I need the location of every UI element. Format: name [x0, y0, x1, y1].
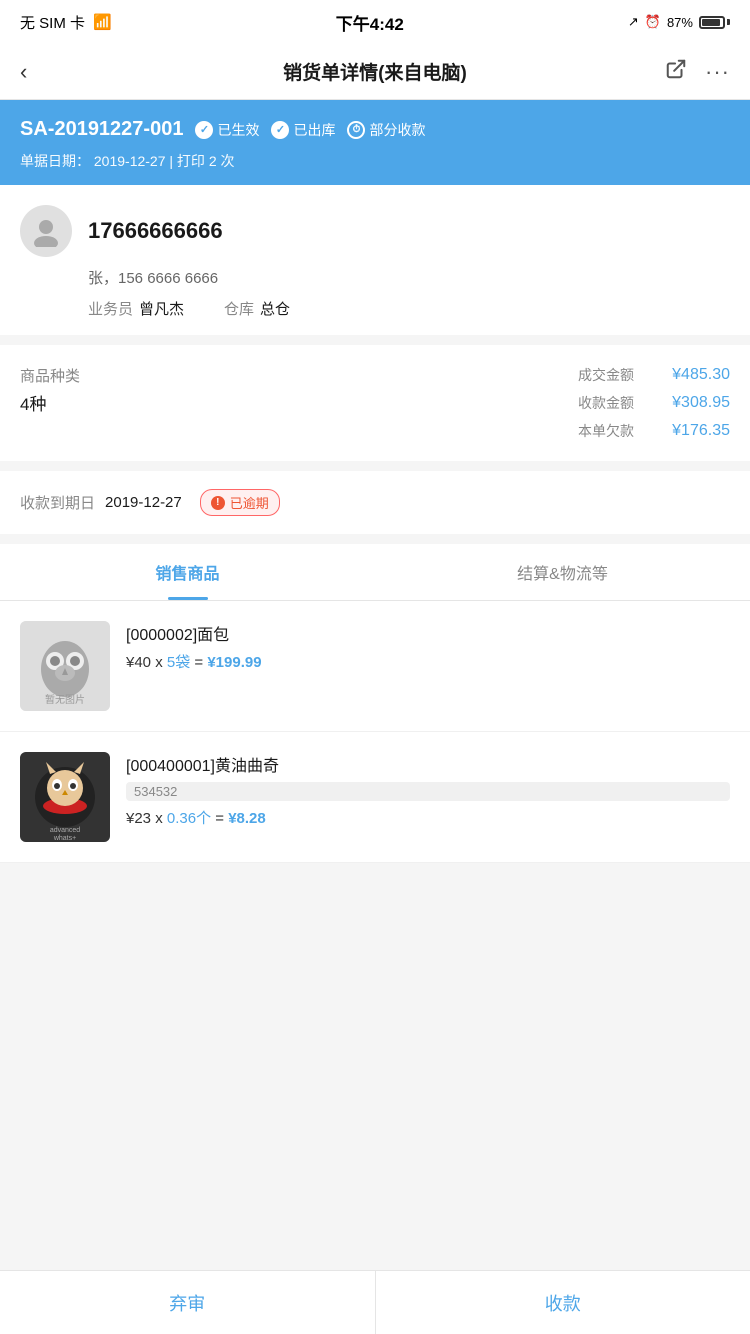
product-thumbnail-1: 暂无图片: [20, 621, 110, 711]
product-info-2: [000400001]黄油曲奇 534532 ¥23 x 0.36个 = ¥8.…: [126, 752, 730, 828]
status-bar-left: 无 SIM 卡 📶: [20, 12, 112, 33]
tab-products-label: 销售商品: [155, 566, 219, 583]
wifi-icon: 📶: [93, 13, 112, 31]
status-partial-label: 部分收款: [369, 120, 425, 140]
svg-text:advanced: advanced: [50, 827, 80, 834]
owed-amount-label: 本单欠款: [578, 421, 634, 441]
customer-section: 17666666666 张，156 6666 6666 业务员 曾凡杰 仓库 总…: [0, 185, 750, 335]
product-qty-2: 0.36个: [167, 810, 211, 827]
back-button[interactable]: ‹: [20, 59, 27, 85]
product-type-label: 商品种类: [20, 365, 80, 386]
product-price-1: ¥40 x 5袋 = ¥199.99: [126, 651, 730, 672]
alarm-icon: ⏰: [645, 14, 661, 30]
nav-bar: ‹ 销货单详情(来自电脑) ···: [0, 44, 750, 100]
cancel-label: 弃审: [169, 1290, 205, 1316]
svg-text:whats+: whats+: [53, 835, 76, 842]
order-header: SA-20191227-001 ✓ 已生效 ✓ 已出库 ⏱ 部分收款 单据日期：…: [0, 100, 750, 185]
overdue-icon: !: [211, 496, 225, 510]
due-section: 收款到期日 2019-12-27 ! 已逾期: [0, 471, 750, 534]
product-sku-2: 534532: [126, 782, 730, 801]
deal-amount-row: 成交金额 ¥485.30: [578, 365, 730, 385]
battery-icon: [699, 16, 730, 29]
order-id: SA-20191227-001: [20, 118, 183, 141]
warehouse-value: 总仓: [260, 298, 290, 319]
clock-icon: ⏱: [347, 121, 365, 139]
svg-text:暂无图片: 暂无图片: [45, 693, 85, 706]
customer-info-row: 业务员 曾凡杰 仓库 总仓: [20, 298, 730, 319]
status-bar: 无 SIM 卡 📶 下午4:42 ↗ ⏰ 87%: [0, 0, 750, 44]
status-partial: ⏱ 部分收款: [347, 120, 425, 140]
bottom-bar: 弃审 收款: [0, 1270, 750, 1334]
tab-logistics-label: 结算&物流等: [517, 566, 608, 583]
overdue-badge: ! 已逾期: [200, 489, 280, 516]
nav-actions: ···: [665, 58, 730, 86]
list-item: 暂无图片 [0000002]面包 ¥40 x 5袋 = ¥199.99: [0, 601, 750, 732]
owed-amount-value: ¥176.35: [650, 422, 730, 440]
location-icon: ↗: [628, 14, 639, 30]
customer-row: 17666666666: [20, 205, 730, 257]
product-name-2: [000400001]黄油曲奇: [126, 752, 730, 776]
product-info-1: [0000002]面包 ¥40 x 5袋 = ¥199.99: [126, 621, 730, 672]
avatar: [20, 205, 72, 257]
owed-amount-row: 本单欠款 ¥176.35: [578, 421, 730, 441]
order-meta: 单据日期： 2019-12-27 | 打印 2 次: [20, 151, 730, 171]
product-total-1: ¥199.99: [207, 654, 261, 671]
product-qty-1: 5袋: [167, 654, 190, 671]
received-amount-row: 收款金额 ¥308.95: [578, 393, 730, 413]
confirm-label: 收款: [545, 1290, 581, 1316]
page-title: 销货单详情(来自电脑): [283, 58, 467, 85]
status-effective-label: 已生效: [217, 120, 259, 140]
print-unit: 次: [221, 153, 235, 169]
customer-name: 17666666666: [88, 218, 223, 244]
status-bar-right: ↗ ⏰ 87%: [628, 14, 730, 30]
deal-amount-label: 成交金额: [578, 365, 634, 385]
product-type-value: 4种: [20, 390, 80, 415]
carrier-text: 无 SIM 卡: [20, 12, 85, 33]
sales-label: 业务员: [88, 298, 133, 319]
received-amount-label: 收款金额: [578, 393, 634, 413]
product-price-2: ¥23 x 0.36个 = ¥8.28: [126, 807, 730, 828]
equals-2: =: [211, 810, 228, 827]
status-effective: ✓ 已生效: [195, 120, 259, 140]
product-thumbnail-2: advanced whats+: [20, 752, 110, 842]
checkmark-icon: ✓: [195, 121, 213, 139]
warehouse-label: 仓库: [224, 298, 254, 319]
list-item: advanced whats+ [000400001]黄油曲奇 534532 ¥…: [0, 732, 750, 863]
product-name-1: [0000002]面包: [126, 621, 730, 645]
tab-products[interactable]: 销售商品: [0, 544, 375, 600]
share-icon[interactable]: [665, 58, 687, 86]
more-icon[interactable]: ···: [705, 59, 730, 85]
received-amount-value: ¥308.95: [650, 394, 730, 412]
summary-right: 成交金额 ¥485.30 收款金额 ¥308.95 本单欠款 ¥176.35: [578, 365, 730, 441]
tabs: 销售商品 结算&物流等: [0, 544, 750, 601]
warehouse-info: 仓库 总仓: [224, 298, 290, 319]
checkmark2-icon: ✓: [271, 121, 289, 139]
tab-logistics[interactable]: 结算&物流等: [375, 544, 750, 600]
cancel-button[interactable]: 弃审: [0, 1271, 376, 1334]
overdue-text: 已逾期: [230, 493, 269, 512]
print-count: 2: [209, 153, 217, 169]
sales-value: 曾凡杰: [139, 298, 184, 319]
order-id-row: SA-20191227-001 ✓ 已生效 ✓ 已出库 ⏱ 部分收款: [20, 118, 730, 141]
status-bar-time: 下午4:42: [336, 10, 404, 35]
print-label: | 打印: [169, 153, 208, 169]
product-list: 暂无图片 [0000002]面包 ¥40 x 5袋 = ¥199.99: [0, 601, 750, 863]
product-unit-price-2: ¥23 x: [126, 810, 167, 827]
equals-1: =: [190, 654, 207, 671]
confirm-button[interactable]: 收款: [376, 1271, 750, 1334]
product-unit-price-1: ¥40 x: [126, 654, 167, 671]
customer-sub: 张，156 6666 6666: [20, 267, 730, 288]
status-shipped: ✓ 已出库: [271, 120, 335, 140]
summary-section: 商品种类 4种 成交金额 ¥485.30 收款金额 ¥308.95 本单欠款 ¥…: [0, 345, 750, 461]
doc-date-label: 单据日期：: [20, 153, 90, 169]
deal-amount-value: ¥485.30: [650, 366, 730, 384]
summary-left: 商品种类 4种: [20, 365, 80, 415]
product-total-2: ¥8.28: [228, 810, 266, 827]
sales-info: 业务员 曾凡杰: [88, 298, 184, 319]
battery-text: 87%: [667, 15, 693, 30]
status-shipped-label: 已出库: [293, 120, 335, 140]
due-label: 收款到期日: [20, 492, 95, 513]
due-date: 2019-12-27: [105, 494, 182, 511]
doc-date-value: 2019-12-27: [94, 153, 166, 169]
